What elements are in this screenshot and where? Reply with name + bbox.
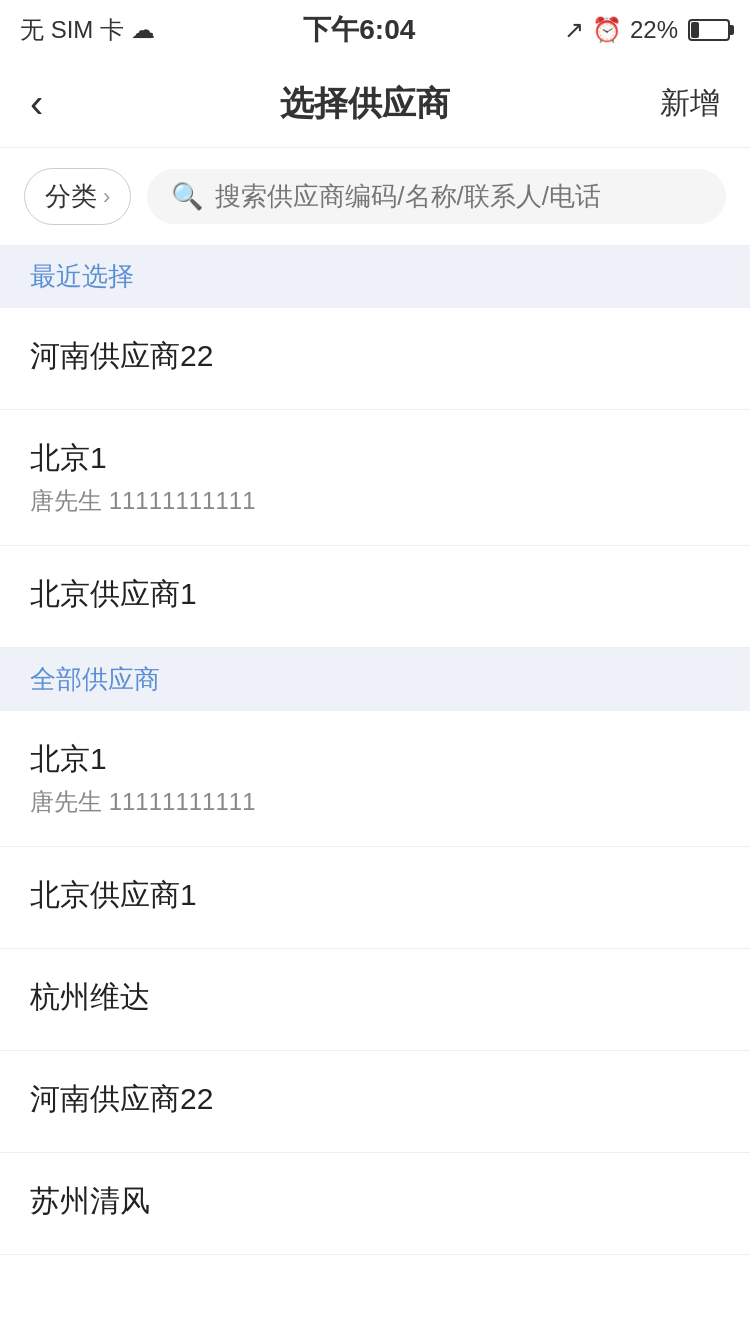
- nav-bar: ‹ 选择供应商 新增: [0, 60, 750, 148]
- search-area: 分类 › 🔍: [0, 148, 750, 245]
- page-title: 选择供应商: [280, 81, 450, 127]
- sim-status: 无 SIM 卡 ☁: [20, 14, 155, 46]
- list-item[interactable]: 北京1 唐先生 11111111111: [0, 711, 750, 847]
- section-header-all: 全部供应商: [0, 648, 750, 711]
- item-name: 杭州维达: [30, 977, 720, 1018]
- search-icon: 🔍: [171, 181, 203, 212]
- category-button[interactable]: 分类 ›: [24, 168, 131, 225]
- status-time: 下午6:04: [303, 11, 415, 49]
- item-name: 北京1: [30, 438, 720, 479]
- status-left: 无 SIM 卡 ☁: [20, 14, 155, 46]
- item-name: 北京1: [30, 739, 720, 780]
- category-label: 分类: [45, 179, 97, 214]
- list-item[interactable]: 北京供应商1: [0, 546, 750, 648]
- battery-percent: 22%: [630, 16, 678, 44]
- item-sub: 唐先生 11111111111: [30, 786, 720, 818]
- item-name: 北京供应商1: [30, 875, 720, 916]
- list-item[interactable]: 北京1 唐先生 11111111111: [0, 410, 750, 546]
- list-item[interactable]: 河南供应商22: [0, 1051, 750, 1153]
- search-input-wrap: 🔍: [147, 169, 726, 224]
- battery-icon: [688, 19, 730, 41]
- list-item[interactable]: 河南供应商22: [0, 308, 750, 410]
- alarm-icon: ⏰: [592, 16, 622, 44]
- section-header-recent: 最近选择: [0, 245, 750, 308]
- list-item[interactable]: 杭州维达: [0, 949, 750, 1051]
- location-icon: ↗: [564, 16, 584, 44]
- item-name: 北京供应商1: [30, 574, 720, 615]
- status-right: ↗ ⏰ 22%: [564, 16, 730, 44]
- supplier-list: 最近选择河南供应商22 北京1 唐先生 11111111111 北京供应商1 全部供应商…: [0, 245, 750, 1255]
- item-sub: 唐先生 11111111111: [30, 485, 720, 517]
- back-button[interactable]: ‹: [30, 81, 90, 126]
- item-name: 河南供应商22: [30, 1079, 720, 1120]
- list-item[interactable]: 苏州清风: [0, 1153, 750, 1255]
- status-bar: 无 SIM 卡 ☁ 下午6:04 ↗ ⏰ 22%: [0, 0, 750, 60]
- list-item[interactable]: 北京供应商1: [0, 847, 750, 949]
- chevron-right-icon: ›: [103, 184, 110, 210]
- search-input[interactable]: [215, 181, 702, 212]
- add-button[interactable]: 新增: [640, 83, 720, 124]
- item-name: 河南供应商22: [30, 336, 720, 377]
- item-name: 苏州清风: [30, 1181, 720, 1222]
